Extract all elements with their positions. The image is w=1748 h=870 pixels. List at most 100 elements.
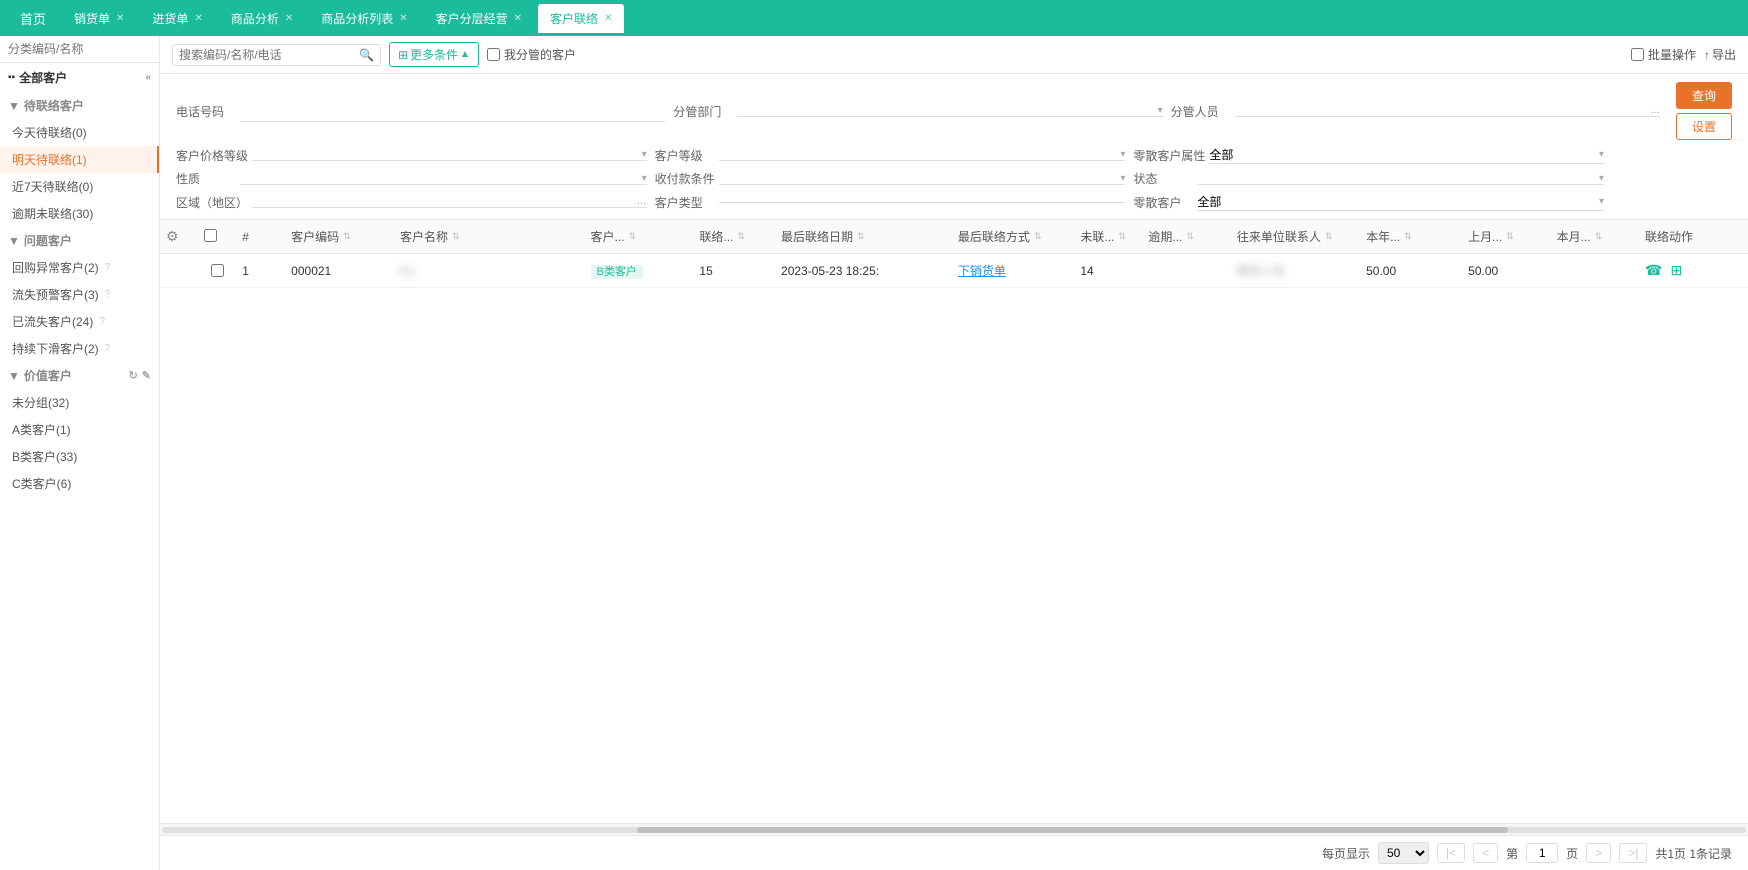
batch-op-checkbox[interactable] — [1631, 48, 1644, 61]
horizontal-scrollbar[interactable] — [160, 823, 1748, 835]
row-code-cell: 000021 — [285, 254, 394, 288]
sidebar-item-tomorrow[interactable]: 明天待联络(1) — [0, 146, 159, 173]
sidebar-item-declining[interactable]: 持续下滑客户(2) ? — [0, 335, 159, 362]
page-number-input[interactable] — [1526, 843, 1558, 863]
prev-page-btn[interactable]: < — [1473, 843, 1498, 863]
my-customers-checkbox[interactable] — [487, 48, 500, 61]
first-page-btn[interactable]: |< — [1437, 843, 1465, 863]
all-customers-label: 全部客户 — [19, 69, 67, 86]
settings-gear-icon[interactable]: ⚙ — [166, 228, 179, 244]
row-year-cell: 50.00 — [1360, 254, 1462, 288]
col-uncontact-header[interactable]: 未联...⇅ — [1074, 220, 1142, 254]
nav-close-customer-tier[interactable]: ✕ — [514, 13, 522, 24]
sidebar-item-churn-warning[interactable]: 流失预警客户(3) ? — [0, 281, 159, 308]
my-customers-toggle[interactable]: 我分管的客户 — [487, 46, 576, 63]
search-icon[interactable]: 🔍 — [359, 48, 374, 62]
col-date-header[interactable]: 最后联络日期⇅ — [775, 220, 952, 254]
sort-last-month-icon: ⇅ — [1506, 231, 1514, 242]
col-settings-header[interactable]: ⚙ — [160, 220, 198, 254]
col-check-header[interactable] — [198, 220, 236, 254]
col-this-month-header[interactable]: 本月...⇅ — [1551, 220, 1639, 254]
col-method-header[interactable]: 最后联络方式⇅ — [952, 220, 1074, 254]
sidebar-group-pending[interactable]: ▼ 待联络客户 — [0, 92, 159, 119]
sidebar-item-overdue[interactable]: 逾期未联络(30) — [0, 200, 159, 227]
setting-button[interactable]: 设置 — [1676, 113, 1732, 140]
nav-customer-contact[interactable]: 客户联络 ✕ — [538, 4, 624, 33]
sidebar-item-today[interactable]: 今天待联络(0) — [0, 119, 159, 146]
sidebar-item-class-a[interactable]: A类客户(1) — [0, 416, 159, 443]
filter-phone-input[interactable] — [240, 101, 665, 122]
sort-name-icon: ⇅ — [452, 231, 460, 242]
col-type-header[interactable]: 客户...⇅ — [585, 220, 694, 254]
search-input[interactable] — [179, 48, 359, 62]
col-last-month-header[interactable]: 上月...⇅ — [1462, 220, 1550, 254]
sidebar-all-customers[interactable]: ▪▪ 全部客户 « — [0, 63, 159, 92]
sidebar-search-input[interactable] — [8, 42, 160, 56]
content-area: 🔍 ⊞ 更多条件 ▲ 我分管的客户 批量操作 ↑ 导出 — [160, 36, 1748, 870]
col-contacts-header[interactable]: 联络...⇅ — [693, 220, 775, 254]
contact-method-link[interactable]: 下销货单 — [958, 264, 1006, 278]
filter-status-label: 状态 — [1133, 170, 1193, 187]
filter-retail-customer-value[interactable]: 全部 — [1197, 193, 1599, 210]
sidebar-group-value[interactable]: ▼ 价值客户 ↻ ✎ — [0, 362, 159, 389]
sidebar-item-ungrouped[interactable]: 未分组(32) — [0, 389, 159, 416]
nav-product-analysis-list[interactable]: 商品分析列表 ✕ — [309, 4, 419, 33]
batch-op-btn[interactable]: 批量操作 — [1631, 46, 1696, 63]
filter-retail-customer-label: 零散客户 — [1133, 194, 1193, 211]
query-button[interactable]: 查询 — [1676, 82, 1732, 109]
next-page-btn[interactable]: > — [1586, 843, 1611, 863]
nav-sales[interactable]: 销货单 ✕ — [62, 4, 136, 33]
row-date-cell: 2023-05-23 18:25: — [775, 254, 952, 288]
col-overdue-header[interactable]: 逾期...⇅ — [1142, 220, 1230, 254]
nav-product-analysis[interactable]: 商品分析 ✕ — [219, 4, 305, 33]
filter-retail-attr: 零散客户属性 全部 ▾ — [1133, 146, 1604, 164]
dotdot-region[interactable]: … — [637, 196, 647, 207]
filter-retail-attr-value[interactable]: 全部 — [1209, 146, 1599, 163]
scrollbar-thumb[interactable] — [637, 827, 1508, 833]
select-all-checkbox[interactable] — [204, 229, 217, 242]
per-page-select[interactable]: 50 100 200 — [1378, 842, 1429, 864]
refresh-icon[interactable]: ↻ — [129, 369, 138, 382]
scrollbar-track[interactable] — [162, 827, 1746, 833]
filter-status-wrap: ▾ — [1197, 173, 1604, 185]
nav-close-sales[interactable]: ✕ — [116, 13, 124, 24]
nav-close-product-analysis-list[interactable]: ✕ — [399, 13, 407, 24]
sidebar-item-class-c[interactable]: C类客户(6) — [0, 470, 159, 497]
nav-customer-tier[interactable]: 客户分层经营 ✕ — [424, 4, 534, 33]
action-phone-icon[interactable]: ☎ — [1645, 262, 1662, 279]
row-name-cell[interactable]: Ea — [394, 254, 585, 288]
table-wrap: ⚙ # 客户编码⇅ 客户名称⇅ 客户...⇅ — [160, 220, 1748, 823]
filter-status: 状态 ▾ — [1133, 170, 1604, 187]
col-name-header[interactable]: 客户名称⇅ — [394, 220, 585, 254]
filter-phone: 电话号码 — [176, 101, 665, 122]
nav-home[interactable]: 首页 — [8, 3, 58, 34]
sidebar-collapse-icon[interactable]: « — [145, 72, 151, 83]
nav-purchase[interactable]: 进货单 ✕ — [140, 4, 214, 33]
row-checkbox[interactable] — [211, 264, 224, 277]
filter-nature-wrap: ▾ — [240, 173, 647, 185]
col-code-header[interactable]: 客户编码⇅ — [285, 220, 394, 254]
col-unit-contact-header[interactable]: 往来单位联系人⇅ — [1231, 220, 1360, 254]
filter-row-2: 客户价格等级 ▾ 客户等级 ▾ 零散客户属性 全部 — [176, 146, 1732, 164]
sidebar-group-problem[interactable]: ▼ 问题客户 — [0, 227, 159, 254]
col-num-header: # — [236, 220, 285, 254]
dotdot-person[interactable]: … — [1650, 105, 1660, 116]
filter-dept-select-wrap: ▾ — [737, 105, 1162, 117]
edit-icon[interactable]: ✎ — [142, 369, 151, 382]
more-conditions-btn[interactable]: ⊞ 更多条件 ▲ — [389, 42, 479, 67]
last-page-btn[interactable]: >| — [1619, 843, 1647, 863]
filter-panel: 电话号码 分管部门 ▾ 分管人员 … — [160, 74, 1748, 220]
filter-row-1: 电话号码 分管部门 ▾ 分管人员 … — [176, 82, 1732, 140]
nav-close-customer-contact[interactable]: ✕ — [604, 13, 612, 24]
nav-close-purchase[interactable]: ✕ — [194, 13, 202, 24]
nav-close-product-analysis[interactable]: ✕ — [285, 13, 293, 24]
action-grid-icon[interactable]: ⊞ — [1670, 262, 1682, 279]
sidebar-item-class-b[interactable]: B类客户(33) — [0, 443, 159, 470]
sidebar-item-churned[interactable]: 已流失客户(24) ? — [0, 308, 159, 335]
sidebar-item-7days[interactable]: 近7天待联络(0) — [0, 173, 159, 200]
export-btn[interactable]: ↑ 导出 — [1704, 46, 1736, 63]
row-method-cell[interactable]: 下销货单 — [952, 254, 1074, 288]
row-last-month-cell: 50.00 — [1462, 254, 1550, 288]
sidebar-item-abnormal[interactable]: 回购异常客户(2) ? — [0, 254, 159, 281]
col-year-header[interactable]: 本年...⇅ — [1360, 220, 1462, 254]
